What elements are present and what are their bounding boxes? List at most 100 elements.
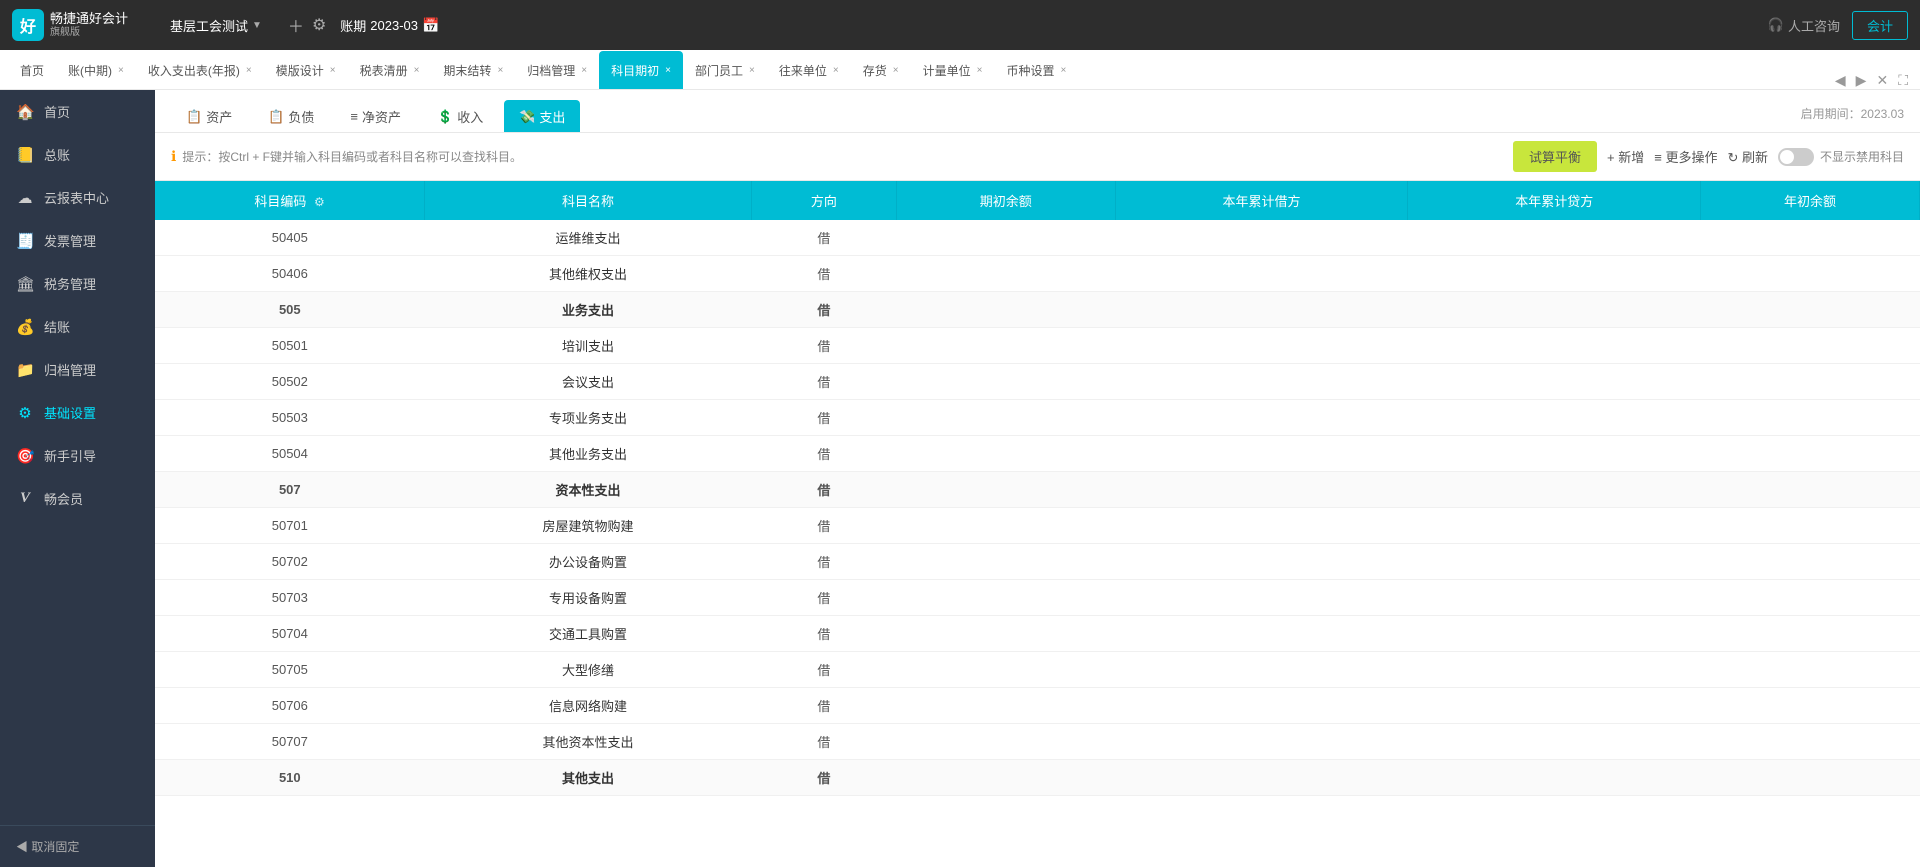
cell-year-init <box>1701 328 1920 364</box>
sub-tab-income[interactable]: 💲 收入 <box>422 100 498 132</box>
cell-year-init <box>1701 220 1920 256</box>
sidebar-item-checkout[interactable]: 💰 结账 <box>0 305 155 348</box>
tab-close-tax-table[interactable]: × <box>414 65 420 76</box>
table-row: 510其他支出借 <box>155 760 1920 796</box>
tip-box: ℹ 提示：按Ctrl + F键并输入科目编码或者科目名称可以查找科目。 <box>171 148 522 165</box>
tab-contact[interactable]: 往来单位 × <box>767 51 851 89</box>
cell-year-init <box>1701 544 1920 580</box>
table-row: 50703专用设备购置借 <box>155 580 1920 616</box>
sidebar-item-archive[interactable]: 📁 归档管理 <box>0 348 155 391</box>
calendar-icon[interactable]: 📅 <box>422 17 439 34</box>
tab-unit[interactable]: 计量单位 × <box>911 51 995 89</box>
tip-text: 提示：按Ctrl + F键并输入科目编码或者科目名称可以查找科目。 <box>182 148 522 165</box>
tab-template[interactable]: 模版设计 × <box>264 51 348 89</box>
company-selector[interactable]: 基层工会测试 ▼ <box>162 12 270 39</box>
table-row: 50406其他维权支出借 <box>155 256 1920 292</box>
sub-tabs: 📋 资产 📋 负债 ≡ 净资产 💲 收入 💸 支出 启用期间：2023.03 <box>155 90 1920 133</box>
net-asset-tab-icon: ≡ <box>350 109 358 124</box>
sub-tab-net-asset[interactable]: ≡ 净资产 <box>335 100 416 132</box>
sidebar-item-tax[interactable]: 🏛 税务管理 <box>0 262 155 305</box>
sidebar-item-cloud-report[interactable]: ☁ 云报表中心 <box>0 176 155 219</box>
cell-year-init <box>1701 688 1920 724</box>
tab-prev-btn[interactable]: ◀ <box>1831 72 1850 89</box>
tab-close-archive[interactable]: × <box>581 65 587 76</box>
cell-init-balance <box>896 616 1115 652</box>
tab-currency[interactable]: 币种设置 × <box>994 51 1078 89</box>
tab-tax-table[interactable]: 税表清册 × <box>348 51 432 89</box>
tab-close-account-period[interactable]: × <box>118 65 124 76</box>
tab-inventory[interactable]: 存货 × <box>851 51 911 89</box>
company-dropdown-arrow: ▼ <box>252 20 262 31</box>
table-header-row: 科目编码 ⚙ 科目名称 方向 期初余额 本年累计借方 本年累计贷方 年初余额 <box>155 181 1920 220</box>
tab-close-unit[interactable]: × <box>977 65 983 76</box>
logo-icon: 好 <box>12 9 44 41</box>
tab-home[interactable]: 首页 <box>8 51 56 89</box>
cell-ytd-debit <box>1115 508 1408 544</box>
cell-ytd-debit <box>1115 616 1408 652</box>
sidebar-item-guide[interactable]: 🎯 新手引导 <box>0 434 155 477</box>
tab-period-end[interactable]: 期末结转 × <box>431 51 515 89</box>
account-button[interactable]: 会计 <box>1852 11 1908 40</box>
tab-expand-btn[interactable]: ⛶ <box>1894 72 1912 89</box>
sub-tab-expense[interactable]: 💸 支出 <box>504 100 580 132</box>
sub-tab-asset[interactable]: 📋 资产 <box>171 100 247 132</box>
tab-archive[interactable]: 归档管理 × <box>515 51 599 89</box>
app-name: 畅捷通好会计 <box>50 11 128 27</box>
tab-close-income-expense[interactable]: × <box>246 65 252 76</box>
cell-init-balance <box>896 400 1115 436</box>
toolbar: ℹ 提示：按Ctrl + F键并输入科目编码或者科目名称可以查找科目。 试算平衡… <box>155 133 1920 181</box>
tab-department[interactable]: 部门员工 × <box>683 51 767 89</box>
sidebar-item-ledger[interactable]: 📒 总账 <box>0 133 155 176</box>
cell-ytd-credit <box>1408 508 1701 544</box>
tab-close-subject-init[interactable]: × <box>665 65 671 76</box>
cell-code: 50406 <box>155 256 425 292</box>
cell-direction: 借 <box>751 580 896 616</box>
more-button[interactable]: ≡ 更多操作 <box>1654 147 1717 166</box>
col-code: 科目编码 ⚙ <box>155 181 425 220</box>
tab-close-currency[interactable]: × <box>1060 65 1066 76</box>
cell-direction: 借 <box>751 436 896 472</box>
consult-button[interactable]: 🎧 人工咨询 <box>1768 16 1840 35</box>
table-row: 50704交通工具购置借 <box>155 616 1920 652</box>
refresh-button[interactable]: ↻ 刷新 <box>1727 147 1768 166</box>
tab-close-inventory[interactable]: × <box>893 65 899 76</box>
expense-tab-icon: 💸 <box>519 109 535 125</box>
tab-close-department[interactable]: × <box>749 65 755 76</box>
home-icon: 🏠 <box>16 103 34 121</box>
tab-close-template[interactable]: × <box>330 65 336 76</box>
cell-name: 运维维支出 <box>425 220 752 256</box>
settings-icon[interactable]: ⚙ <box>312 15 326 35</box>
cell-ytd-debit <box>1115 580 1408 616</box>
sidebar-collapse-btn[interactable]: ◀ 取消固定 <box>0 825 155 867</box>
sidebar-item-settings[interactable]: ⚙ 基础设置 <box>0 391 155 434</box>
cell-ytd-debit <box>1115 328 1408 364</box>
tab-close-all-btn[interactable]: ✕ <box>1872 72 1892 89</box>
cell-ytd-debit <box>1115 472 1408 508</box>
sub-tab-liability[interactable]: 📋 负债 <box>253 100 329 132</box>
cell-init-balance <box>896 472 1115 508</box>
cell-ytd-debit <box>1115 544 1408 580</box>
cell-name: 专用设备购置 <box>425 580 752 616</box>
toggle-disabled-subjects[interactable]: 不显示禁用科目 <box>1778 148 1904 166</box>
tab-next-btn[interactable]: ▶ <box>1852 72 1871 89</box>
toggle-switch-control[interactable] <box>1778 148 1814 166</box>
add-button[interactable]: + 新增 <box>1607 147 1644 166</box>
tab-close-contact[interactable]: × <box>833 65 839 76</box>
cell-init-balance <box>896 292 1115 328</box>
sidebar-item-invoice[interactable]: 🧾 发票管理 <box>0 219 155 262</box>
subject-table: 科目编码 ⚙ 科目名称 方向 期初余额 本年累计借方 本年累计贷方 年初余额 5… <box>155 181 1920 796</box>
balance-button[interactable]: 试算平衡 <box>1513 141 1597 172</box>
tab-subject-init[interactable]: 科目期初 × <box>599 51 683 89</box>
col-settings-icon[interactable]: ⚙ <box>314 195 325 209</box>
add-icon[interactable]: ＋ <box>288 13 304 37</box>
cell-ytd-credit <box>1408 328 1701 364</box>
tab-income-expense[interactable]: 收入支出表(年报) × <box>136 51 264 89</box>
tab-account-period[interactable]: 账(中期) × <box>56 51 136 89</box>
sidebar-item-home[interactable]: 🏠 首页 <box>0 90 155 133</box>
sidebar-tax-label: 税务管理 <box>44 274 96 293</box>
sidebar-item-member[interactable]: V 畅会员 <box>0 477 155 520</box>
cell-name: 业务支出 <box>425 292 752 328</box>
cell-ytd-credit <box>1408 544 1701 580</box>
tab-close-period-end[interactable]: × <box>497 65 503 76</box>
cloud-icon: ☁ <box>16 189 34 207</box>
